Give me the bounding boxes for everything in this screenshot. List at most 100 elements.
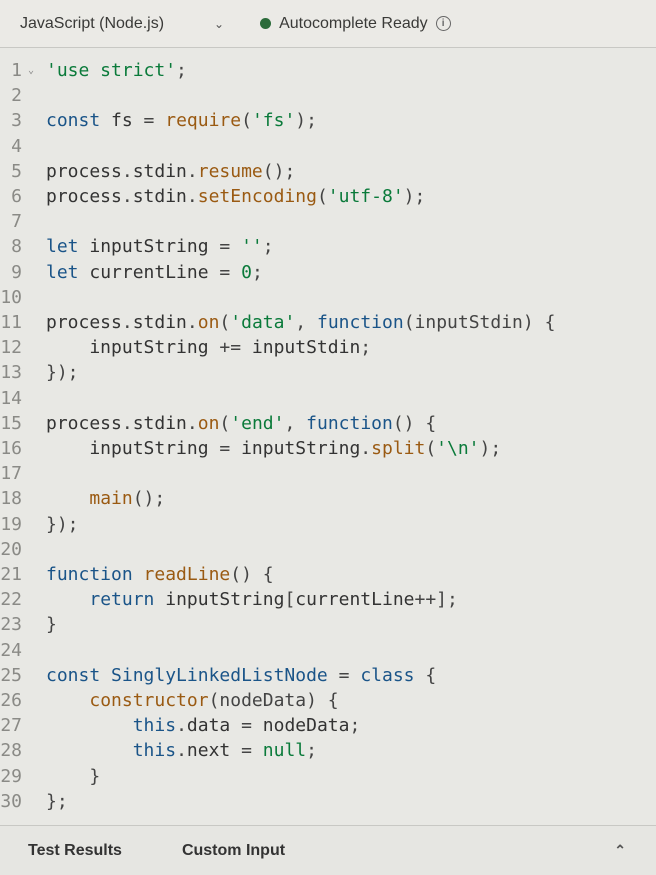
- code-line[interactable]: 13 });: [0, 360, 656, 385]
- line-number: 12: [0, 335, 40, 360]
- code-content[interactable]: const fs = require('fs');: [40, 108, 317, 133]
- code-content[interactable]: });: [40, 512, 79, 537]
- chevron-up-icon[interactable]: ⌃: [614, 842, 626, 859]
- code-content[interactable]: process.stdin.on('data', function(inputS…: [40, 310, 555, 335]
- language-label: JavaScript (Node.js): [20, 15, 164, 33]
- code-line[interactable]: 18 main();: [0, 486, 656, 511]
- code-line[interactable]: 16 inputString = inputString.split('\n')…: [0, 436, 656, 461]
- code-line[interactable]: 1⌄'use strict';: [0, 58, 656, 83]
- code-content[interactable]: 'use strict';: [40, 58, 187, 83]
- code-content[interactable]: [40, 638, 57, 663]
- code-content[interactable]: [40, 83, 57, 108]
- code-content[interactable]: process.stdin.resume();: [40, 159, 295, 184]
- tab-custom-input[interactable]: Custom Input: [182, 842, 285, 860]
- line-number: 16: [0, 436, 40, 461]
- code-content[interactable]: this.next = null;: [40, 738, 317, 763]
- code-line[interactable]: 26 constructor(nodeData) {: [0, 688, 656, 713]
- line-number: 17: [0, 461, 40, 486]
- code-content[interactable]: [40, 285, 57, 310]
- code-line[interactable]: 22 return inputString[currentLine++];: [0, 587, 656, 612]
- code-line[interactable]: 2: [0, 83, 656, 108]
- code-content[interactable]: }: [40, 612, 57, 637]
- code-content[interactable]: let currentLine = 0;: [40, 260, 263, 285]
- line-number: 14: [0, 386, 40, 411]
- fold-chevron-icon[interactable]: ⌄: [24, 58, 34, 83]
- chevron-down-icon: ⌄: [214, 17, 224, 31]
- line-number: 25: [0, 663, 40, 688]
- line-number: 9: [0, 260, 40, 285]
- line-number: 26: [0, 688, 40, 713]
- code-content[interactable]: const SinglyLinkedListNode = class {: [40, 663, 436, 688]
- code-line[interactable]: 27 this.data = nodeData;: [0, 713, 656, 738]
- line-number: 13: [0, 360, 40, 385]
- line-number: 6: [0, 184, 40, 209]
- code-line[interactable]: 20: [0, 537, 656, 562]
- line-number: 22: [0, 587, 40, 612]
- line-number: 4: [0, 134, 40, 159]
- code-content[interactable]: inputString = inputString.split('\n');: [40, 436, 501, 461]
- line-number: 1⌄: [0, 58, 40, 83]
- line-number: 10: [0, 285, 40, 310]
- code-content[interactable]: [40, 134, 57, 159]
- code-line[interactable]: 9 let currentLine = 0;: [0, 260, 656, 285]
- code-content[interactable]: [40, 537, 57, 562]
- language-select[interactable]: JavaScript (Node.js) ⌄: [10, 9, 234, 39]
- code-line[interactable]: 19 });: [0, 512, 656, 537]
- code-line[interactable]: 30 };: [0, 789, 656, 814]
- code-line[interactable]: 4: [0, 134, 656, 159]
- code-content[interactable]: process.stdin.setEncoding('utf-8');: [40, 184, 425, 209]
- code-content[interactable]: [40, 209, 57, 234]
- code-content[interactable]: [40, 386, 57, 411]
- status-dot-icon: [260, 18, 271, 29]
- code-line[interactable]: 17: [0, 461, 656, 486]
- code-editor[interactable]: 1⌄'use strict';2 3 const fs = require('f…: [0, 48, 656, 814]
- code-line[interactable]: 21 function readLine() {: [0, 562, 656, 587]
- code-content[interactable]: function readLine() {: [40, 562, 274, 587]
- code-content[interactable]: process.stdin.on('end', function() {: [40, 411, 436, 436]
- code-content[interactable]: }: [40, 764, 100, 789]
- line-number: 24: [0, 638, 40, 663]
- line-number: 19: [0, 512, 40, 537]
- line-number: 7: [0, 209, 40, 234]
- code-line[interactable]: 12 inputString += inputStdin;: [0, 335, 656, 360]
- line-number: 2: [0, 83, 40, 108]
- code-line[interactable]: 15 process.stdin.on('end', function() {: [0, 411, 656, 436]
- code-line[interactable]: 28 this.next = null;: [0, 738, 656, 763]
- line-number: 28: [0, 738, 40, 763]
- code-line[interactable]: 6 process.stdin.setEncoding('utf-8');: [0, 184, 656, 209]
- code-content[interactable]: });: [40, 360, 79, 385]
- code-line[interactable]: 24: [0, 638, 656, 663]
- code-line[interactable]: 3 const fs = require('fs');: [0, 108, 656, 133]
- code-content[interactable]: };: [40, 789, 68, 814]
- line-number: 11: [0, 310, 40, 335]
- code-content[interactable]: return inputString[currentLine++];: [40, 587, 458, 612]
- line-number: 23: [0, 612, 40, 637]
- autocomplete-label: Autocomplete Ready: [279, 15, 428, 33]
- code-line[interactable]: 7: [0, 209, 656, 234]
- editor-toolbar: JavaScript (Node.js) ⌄ Autocomplete Read…: [0, 0, 656, 48]
- code-content[interactable]: [40, 461, 57, 486]
- line-number: 15: [0, 411, 40, 436]
- code-line[interactable]: 10: [0, 285, 656, 310]
- line-number: 3: [0, 108, 40, 133]
- code-content[interactable]: constructor(nodeData) {: [40, 688, 339, 713]
- line-number: 8: [0, 234, 40, 259]
- line-number: 21: [0, 562, 40, 587]
- code-content[interactable]: main();: [40, 486, 165, 511]
- tab-test-results[interactable]: Test Results: [28, 842, 122, 860]
- info-icon[interactable]: i: [436, 16, 451, 31]
- code-line[interactable]: 14: [0, 386, 656, 411]
- code-line[interactable]: 23 }: [0, 612, 656, 637]
- code-line[interactable]: 8 let inputString = '';: [0, 234, 656, 259]
- autocomplete-status[interactable]: Autocomplete Ready i: [260, 15, 451, 33]
- code-content[interactable]: inputString += inputStdin;: [40, 335, 371, 360]
- line-number: 29: [0, 764, 40, 789]
- code-line[interactable]: 29 }: [0, 764, 656, 789]
- code-content[interactable]: let inputString = '';: [40, 234, 274, 259]
- code-content[interactable]: this.data = nodeData;: [40, 713, 360, 738]
- line-number: 30: [0, 789, 40, 814]
- code-line[interactable]: 11 process.stdin.on('data', function(inp…: [0, 310, 656, 335]
- code-line[interactable]: 5 process.stdin.resume();: [0, 159, 656, 184]
- footer-tabs: Test Results Custom Input ⌃: [0, 825, 656, 875]
- code-line[interactable]: 25 const SinglyLinkedListNode = class {: [0, 663, 656, 688]
